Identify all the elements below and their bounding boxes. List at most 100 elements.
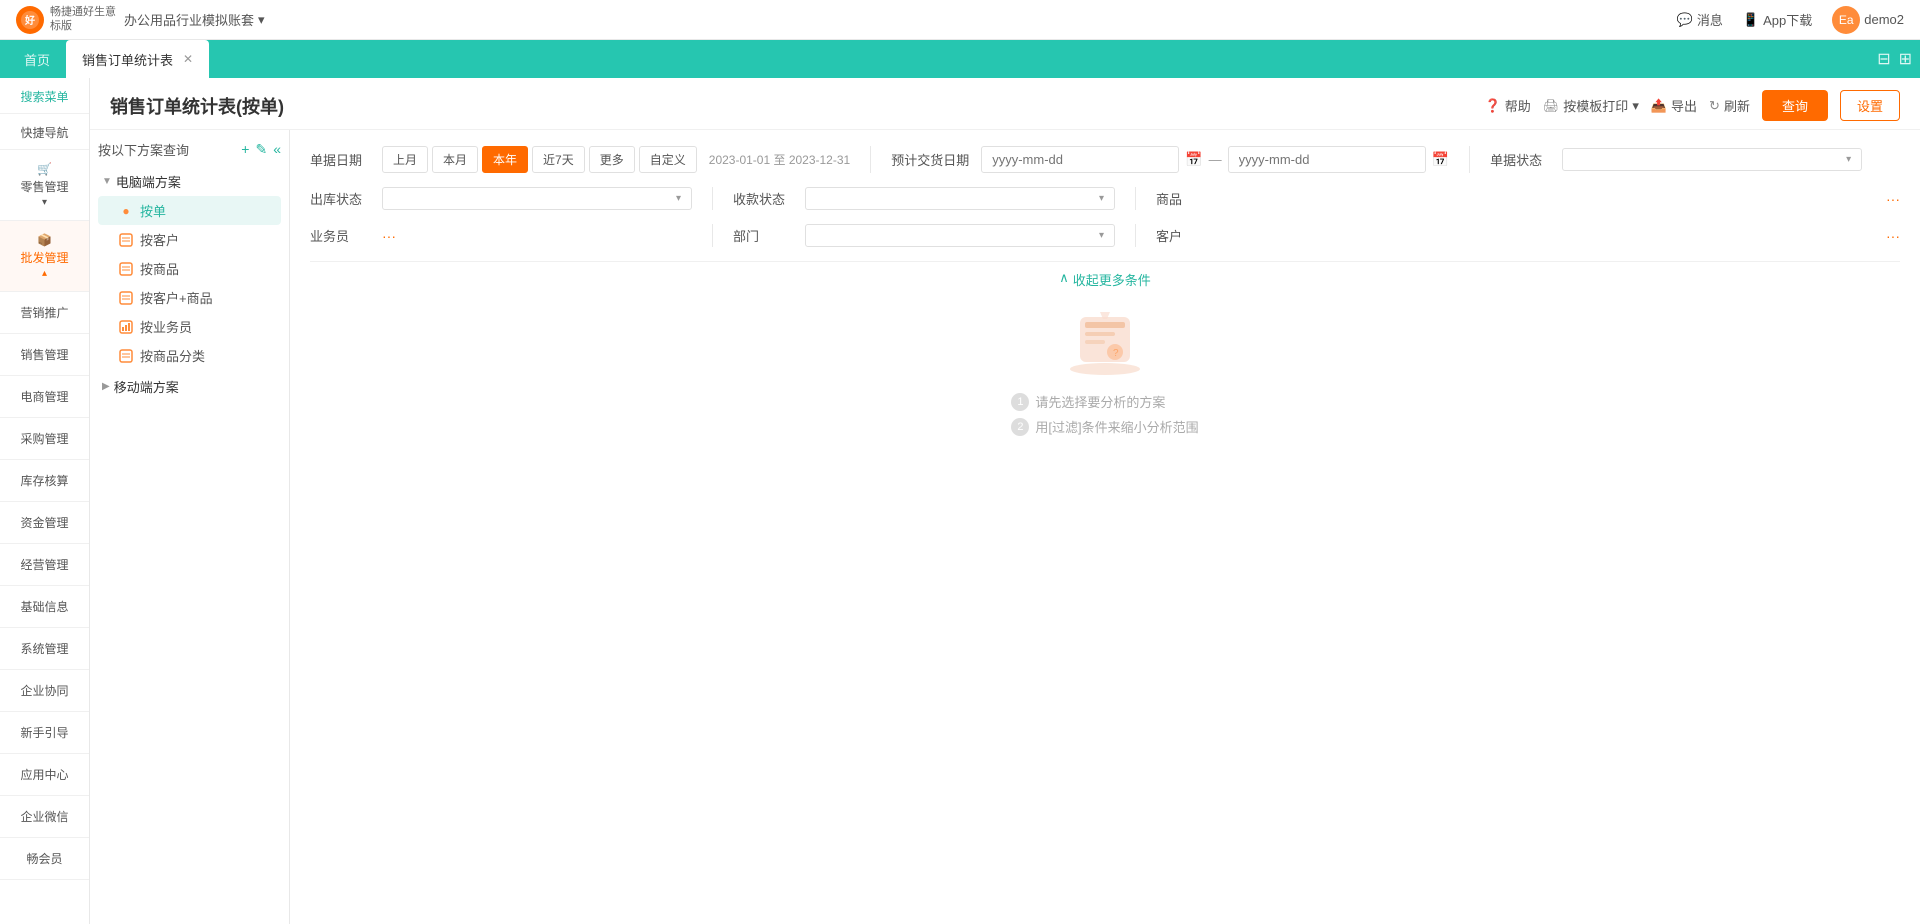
scheme-by-cust-goods[interactable]: 按客户+商品 xyxy=(98,283,281,312)
divider4 xyxy=(1135,187,1136,210)
date-btn-more[interactable]: 更多 xyxy=(589,146,635,173)
sidebar-item-corp[interactable]: 企业协同 xyxy=(0,670,89,712)
help-btn[interactable]: ❓ 帮助 xyxy=(1485,96,1531,115)
sidebar-item-newbie[interactable]: 新手引导 xyxy=(0,712,89,754)
sidebar-item-system[interactable]: 系统管理 xyxy=(0,628,89,670)
filter-row-2: 出库状态 ▾ 收款状态 ▾ 商品 ··· xyxy=(310,187,1900,210)
scheme-by-customer[interactable]: 按客户 xyxy=(98,225,281,254)
calendar-to-icon[interactable]: 📅 xyxy=(1432,151,1449,168)
date-btn-this-month[interactable]: 本月 xyxy=(432,146,478,173)
date-range-text: 2023-01-01 至 2023-12-31 xyxy=(709,151,850,168)
date-btn-last-7-days[interactable]: 近7天 xyxy=(532,146,585,173)
date-btn-custom[interactable]: 自定义 xyxy=(639,146,697,173)
goods-label: 商品 xyxy=(1156,189,1216,208)
goods-cat-icon xyxy=(118,348,134,364)
desktop-scheme-group: ▼ 电脑端方案 ● 按单 按客户 xyxy=(98,167,281,370)
tab-minimize-icon[interactable]: ⊟ xyxy=(1877,49,1890,69)
customer-more-btn[interactable]: ··· xyxy=(1886,228,1900,244)
refresh-icon: ↻ xyxy=(1709,98,1720,114)
tab-home[interactable]: 首页 xyxy=(8,40,66,78)
sidebar-item-marketing[interactable]: 营销推广 xyxy=(0,292,89,334)
sidebar-search[interactable]: 搜索菜单 xyxy=(0,78,89,114)
collapse-bar[interactable]: ∧ 收起更多条件 xyxy=(310,261,1900,297)
date-btn-last-month[interactable]: 上月 xyxy=(382,146,428,173)
salesperson-more-btn[interactable]: ··· xyxy=(382,228,396,244)
app-download-btn[interactable]: 📱 App下载 xyxy=(1743,10,1812,29)
customer-label: 客户 xyxy=(1156,226,1216,245)
scheme-by-order[interactable]: ● 按单 xyxy=(98,196,281,225)
company-selector[interactable]: 办公用品行业模拟账套 ▾ xyxy=(124,10,265,29)
refresh-btn[interactable]: ↻ 刷新 xyxy=(1709,96,1750,115)
help-icon: ❓ xyxy=(1485,98,1501,114)
expected-date-to[interactable] xyxy=(1228,146,1426,173)
sidebar-item-sales[interactable]: 销售管理 xyxy=(0,334,89,376)
status-select[interactable]: ▾ xyxy=(1562,148,1862,171)
mobile-group-header[interactable]: ▶ 移动端方案 xyxy=(98,372,281,401)
tab-maximize-icon[interactable]: ⊞ xyxy=(1899,49,1912,69)
expand-icon: ▼ xyxy=(102,176,112,187)
svg-text:好: 好 xyxy=(24,14,35,27)
tab-close-icon[interactable]: ✕ xyxy=(183,52,193,66)
sidebar-item-basic[interactable]: 基础信息 xyxy=(0,586,89,628)
date-btn-this-year[interactable]: 本年 xyxy=(482,146,528,173)
tab-sales-order-stats[interactable]: 销售订单统计表 ✕ xyxy=(66,40,209,78)
out-status-label: 出库状态 xyxy=(310,189,370,208)
left-panel-header: 按以下方案查询 + ✎ « xyxy=(98,140,281,159)
filter-row-1: 单据日期 上月 本月 本年 近7天 更多 自定义 2023-01-01 至 20… xyxy=(310,146,1900,173)
user-profile[interactable]: Ea demo2 xyxy=(1832,6,1904,34)
edit-scheme-icon[interactable]: ✎ xyxy=(255,141,267,158)
receive-status-select[interactable]: ▾ xyxy=(805,187,1115,210)
hint-num-1: 1 xyxy=(1011,393,1029,411)
department-select[interactable]: ▾ xyxy=(805,224,1115,247)
scheme-by-goods[interactable]: 按商品 xyxy=(98,254,281,283)
sidebar-item-finance[interactable]: 资金管理 xyxy=(0,502,89,544)
sidebar-item-operations[interactable]: 经营管理 xyxy=(0,544,89,586)
collapse-panel-icon[interactable]: « xyxy=(273,141,281,158)
sidebar-item-ecommerce[interactable]: 电商管理 xyxy=(0,376,89,418)
expected-date-from[interactable] xyxy=(981,146,1179,173)
divider2 xyxy=(1469,146,1470,173)
divider3 xyxy=(712,187,713,210)
message-icon: 💬 xyxy=(1677,12,1693,28)
export-btn[interactable]: 📤 导出 xyxy=(1651,96,1697,115)
collapse-up-icon: ∧ xyxy=(1059,270,1069,289)
print-icon: 🖨 xyxy=(1543,98,1560,114)
out-status-select[interactable]: ▾ xyxy=(382,187,692,210)
scheme-by-goods-cat[interactable]: 按商品分类 xyxy=(98,341,281,370)
scheme-by-salesperson[interactable]: 按业务员 xyxy=(98,312,281,341)
sidebar-item-inventory[interactable]: 库存核算 xyxy=(0,460,89,502)
sidebar-item-wholesale[interactable]: 📦 批发管理 ▴ xyxy=(0,221,89,292)
template-print-btn[interactable]: 🖨 按模板打印 ▾ xyxy=(1543,96,1639,115)
sidebar-item-appstore[interactable]: 应用中心 xyxy=(0,754,89,796)
settings-button[interactable]: 设置 xyxy=(1840,90,1900,121)
query-button[interactable]: 查询 xyxy=(1762,90,1828,121)
top-header: 好 畅捷通好生意 标版 办公用品行业模拟账套 ▾ 💬 消息 📱 App下载 Ea… xyxy=(0,0,1920,40)
salesperson-label: 业务员 xyxy=(310,226,370,245)
dept-select-arrow-icon: ▾ xyxy=(1099,230,1104,241)
order-icon: ● xyxy=(118,203,134,219)
dropdown-arrow-icon: ▾ xyxy=(1632,98,1639,114)
logo-text: 畅捷通好生意 标版 xyxy=(50,6,116,32)
divider5 xyxy=(712,224,713,247)
chevron-down-icon: ▾ xyxy=(258,12,265,28)
salesperson-icon xyxy=(118,319,134,335)
right-panel: 单据日期 上月 本月 本年 近7天 更多 自定义 2023-01-01 至 20… xyxy=(290,130,1920,924)
receive-status-label: 收款状态 xyxy=(733,189,793,208)
expected-date-label: 预计交货日期 xyxy=(891,150,969,169)
scheme-tree: ▼ 电脑端方案 ● 按单 按客户 xyxy=(98,167,281,401)
empty-hints: 1 请先选择要分析的方案 2 用[过滤]条件来缩小分析范围 xyxy=(1011,392,1198,436)
department-label: 部门 xyxy=(733,226,793,245)
page-actions: ❓ 帮助 🖨 按模板打印 ▾ 📤 导出 ↻ 刷新 查询 设置 xyxy=(1485,90,1900,121)
calendar-from-icon[interactable]: 📅 xyxy=(1185,151,1202,168)
sidebar-item-wechat[interactable]: 企业微信 xyxy=(0,796,89,838)
page-header: 销售订单统计表(按单) ❓ 帮助 🖨 按模板打印 ▾ 📤 导出 ↻ 刷新 xyxy=(90,78,1920,130)
sidebar-item-retail[interactable]: 🛒 零售管理 ▾ xyxy=(0,150,89,221)
header-left: 好 畅捷通好生意 标版 办公用品行业模拟账套 ▾ xyxy=(16,6,265,34)
sidebar-item-purchase[interactable]: 采购管理 xyxy=(0,418,89,460)
desktop-group-header[interactable]: ▼ 电脑端方案 xyxy=(98,167,281,196)
message-btn[interactable]: 💬 消息 xyxy=(1677,10,1723,29)
add-scheme-icon[interactable]: + xyxy=(241,141,249,158)
goods-more-btn[interactable]: ··· xyxy=(1886,191,1900,207)
sidebar-quick-nav[interactable]: 快捷导航 xyxy=(0,114,89,150)
sidebar-item-member[interactable]: 畅会员 xyxy=(0,838,89,880)
